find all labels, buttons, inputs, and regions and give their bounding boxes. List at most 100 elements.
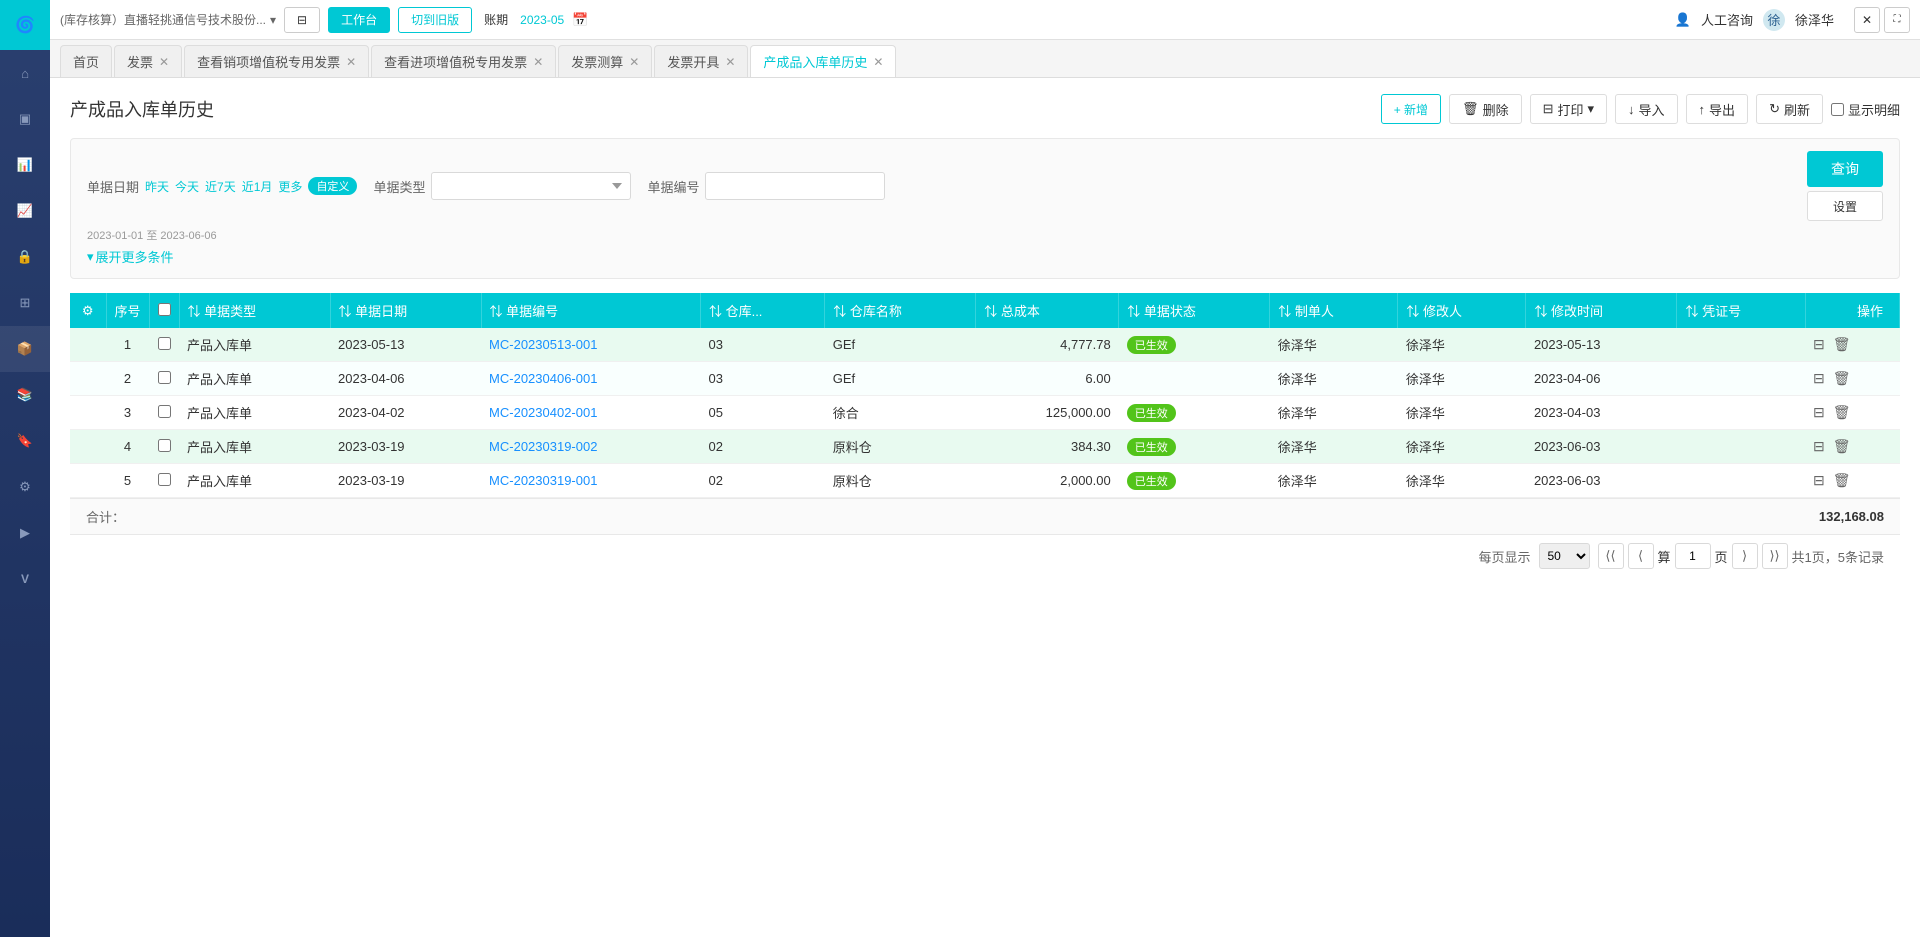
sidebar-item-chart[interactable]: 📊: [0, 142, 50, 188]
th-creator[interactable]: ⇅ 制单人: [1270, 293, 1398, 328]
row-number-link[interactable]: MC-20230319-001: [489, 473, 597, 488]
sidebar-item-grid[interactable]: ⊞: [0, 280, 50, 326]
th-date[interactable]: ⇅ 单据日期: [330, 293, 481, 328]
select-all-checkbox[interactable]: [158, 303, 171, 316]
row-number[interactable]: MC-20230319-001: [481, 464, 700, 498]
tab-invoice[interactable]: 发票 ✕: [114, 45, 182, 77]
filter-custom-tag[interactable]: 自定义: [308, 177, 357, 195]
edit-icon[interactable]: ⊟: [1813, 438, 1825, 455]
sidebar-item-version[interactable]: V: [0, 556, 50, 602]
maximize-btn[interactable]: ⛶: [1884, 7, 1910, 33]
row-number[interactable]: MC-20230513-001: [481, 328, 700, 362]
tab-product-history[interactable]: 产成品入库单历史 ✕: [750, 45, 896, 77]
row-number[interactable]: MC-20230402-001: [481, 396, 700, 430]
th-number[interactable]: ⇅ 单据编号: [481, 293, 700, 328]
filter-today[interactable]: 今天: [175, 178, 199, 195]
th-total-cost[interactable]: ⇅ 总成本: [976, 293, 1119, 328]
row-number-link[interactable]: MC-20230402-001: [489, 405, 597, 420]
delete-row-icon[interactable]: 🗑: [1833, 472, 1851, 489]
tab-invoice-issue-close[interactable]: ✕: [725, 55, 735, 69]
query-btn[interactable]: 查询: [1807, 151, 1883, 187]
dropdown-icon[interactable]: ▾: [270, 13, 276, 27]
edit-icon[interactable]: ⊟: [1813, 370, 1825, 387]
sidebar-item-book[interactable]: 📚: [0, 372, 50, 418]
th-type[interactable]: ⇅ 单据类型: [179, 293, 330, 328]
tab-invoice-calc[interactable]: 发票测算 ✕: [558, 45, 652, 77]
next-page-btn[interactable]: ⟩: [1732, 543, 1758, 569]
row-checkbox[interactable]: [149, 464, 179, 498]
th-modifier[interactable]: ⇅ 修改人: [1398, 293, 1526, 328]
row-no: 5: [106, 464, 149, 498]
switch-old-btn[interactable]: 切到旧版: [398, 7, 472, 33]
filter-yesterday[interactable]: 昨天: [145, 178, 169, 195]
tab-purchase-vat-close[interactable]: ✕: [533, 55, 543, 69]
filter-1month[interactable]: 近1月: [242, 178, 273, 195]
new-btn[interactable]: + 新增: [1381, 94, 1441, 124]
filter-7days[interactable]: 近7天: [205, 178, 236, 195]
display-toggle-checkbox[interactable]: [1831, 103, 1844, 116]
row-number[interactable]: MC-20230406-001: [481, 362, 700, 396]
reset-btn[interactable]: 设置: [1807, 191, 1883, 221]
th-warehouse-name[interactable]: ⇅ 仓库名称: [825, 293, 976, 328]
row-number-link[interactable]: MC-20230406-001: [489, 371, 597, 386]
edit-icon[interactable]: ⊟: [1813, 472, 1825, 489]
th-modify-time[interactable]: ⇅ 修改时间: [1526, 293, 1677, 328]
print-btn[interactable]: ⊟ 打印 ▾: [1530, 94, 1607, 124]
export-btn[interactable]: ↑ 导出: [1686, 94, 1749, 124]
row-number-link[interactable]: MC-20230319-002: [489, 439, 597, 454]
calendar-icon[interactable]: 📅: [572, 12, 588, 28]
expand-filter-btn[interactable]: ▾ 展开更多条件: [87, 247, 174, 266]
row-checkbox[interactable]: [149, 430, 179, 464]
number-filter-input[interactable]: [705, 172, 885, 200]
sidebar-item-lock[interactable]: 🔒: [0, 234, 50, 280]
th-status[interactable]: ⇅ 单据状态: [1119, 293, 1270, 328]
row-modify-time: 2023-04-03: [1526, 396, 1677, 430]
last-page-btn[interactable]: ⟩⟩: [1762, 543, 1788, 569]
copy-btn[interactable]: ⊟: [284, 7, 320, 33]
row-checkbox[interactable]: [149, 396, 179, 430]
edit-icon[interactable]: ⊟: [1813, 404, 1825, 421]
tab-sales-vat[interactable]: 查看销项增值税专用发票 ✕: [184, 45, 369, 77]
delete-row-icon[interactable]: 🗑: [1833, 336, 1851, 353]
sidebar-item-stamp[interactable]: 🔖: [0, 418, 50, 464]
tab-home[interactable]: 首页: [60, 45, 112, 77]
tab-purchase-vat[interactable]: 查看进项增值税专用发票 ✕: [371, 45, 556, 77]
row-number-link[interactable]: MC-20230513-001: [489, 337, 597, 352]
th-checkbox[interactable]: [149, 293, 179, 328]
tab-invoice-close[interactable]: ✕: [159, 55, 169, 69]
workbench-btn[interactable]: 工作台: [328, 7, 390, 33]
page-size-select[interactable]: 20 50 100: [1539, 543, 1590, 569]
help-label[interactable]: 人工咨询: [1701, 10, 1753, 29]
tab-invoice-calc-close[interactable]: ✕: [629, 55, 639, 69]
th-settings[interactable]: ⚙: [70, 293, 106, 328]
sidebar-item-document[interactable]: ▣: [0, 96, 50, 142]
delete-btn[interactable]: 🗑 删除: [1449, 94, 1522, 124]
filter-more[interactable]: 更多: [278, 178, 302, 195]
delete-row-icon[interactable]: 🗑: [1833, 404, 1851, 421]
row-checkbox[interactable]: [149, 328, 179, 362]
page-input[interactable]: [1675, 543, 1711, 569]
edit-icon[interactable]: ⊟: [1813, 336, 1825, 353]
delete-row-icon[interactable]: 🗑: [1833, 438, 1851, 455]
tab-product-history-close[interactable]: ✕: [873, 55, 883, 69]
first-page-btn[interactable]: ⟨⟨: [1598, 543, 1624, 569]
close-btn[interactable]: ✕: [1854, 7, 1880, 33]
sidebar-item-package[interactable]: 📦: [0, 326, 50, 372]
user-name[interactable]: 徐泽华: [1795, 10, 1834, 29]
prev-page-btn[interactable]: ⟨: [1628, 543, 1654, 569]
sidebar-item-home[interactable]: ⌂: [0, 50, 50, 96]
refresh-btn[interactable]: ↻ 刷新: [1756, 94, 1823, 124]
sidebar-item-settings[interactable]: ⚙: [0, 464, 50, 510]
sidebar-item-analysis[interactable]: 📈: [0, 188, 50, 234]
row-settings: [70, 328, 106, 362]
sidebar-item-video[interactable]: ▶: [0, 510, 50, 556]
delete-row-icon[interactable]: 🗑: [1833, 370, 1851, 387]
import-btn[interactable]: ↓ 导入: [1615, 94, 1678, 124]
row-checkbox[interactable]: [149, 362, 179, 396]
th-voucher[interactable]: ⇅ 凭证号: [1677, 293, 1805, 328]
type-filter-select[interactable]: [431, 172, 631, 200]
tab-invoice-issue[interactable]: 发票开具 ✕: [654, 45, 748, 77]
tab-sales-vat-close[interactable]: ✕: [346, 55, 356, 69]
row-number[interactable]: MC-20230319-002: [481, 430, 700, 464]
th-warehouse-code[interactable]: ⇅ 仓库...: [700, 293, 824, 328]
